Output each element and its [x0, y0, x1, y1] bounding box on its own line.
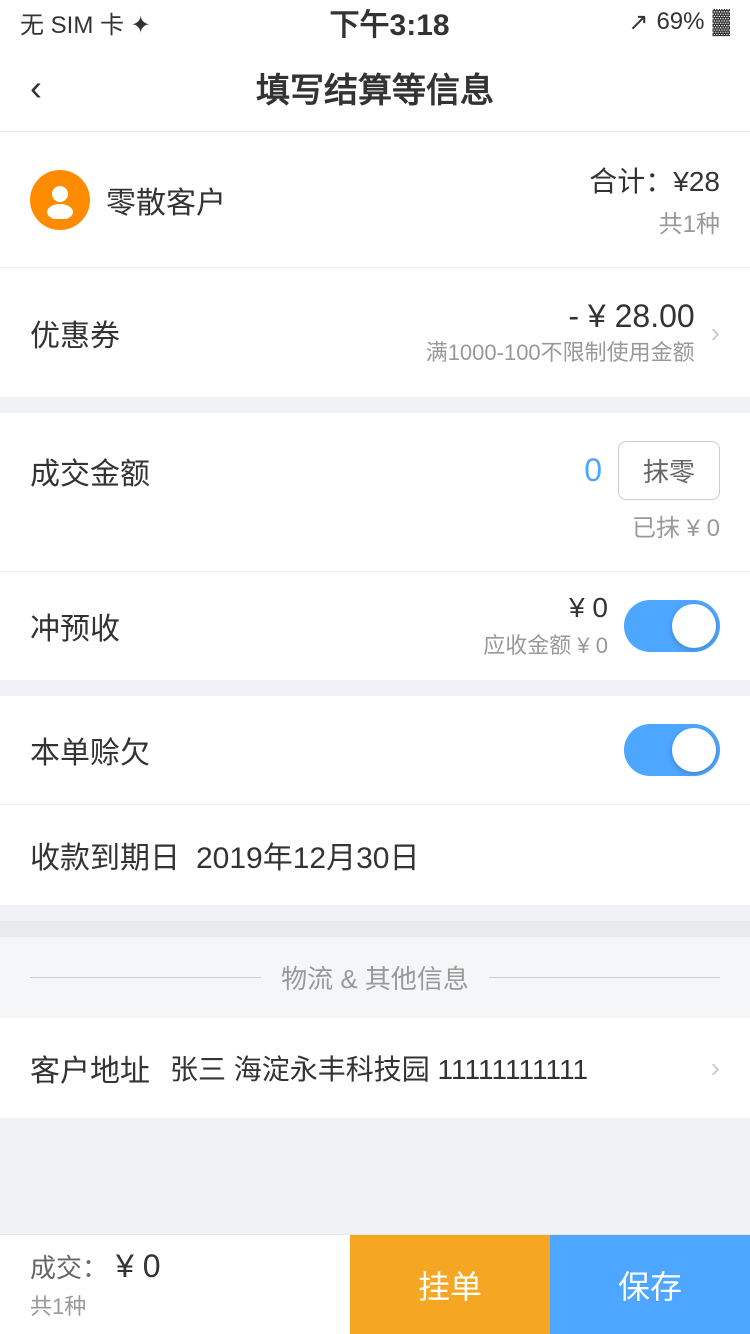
customer-row: 零散客户 合计：¥28 共1种: [0, 132, 750, 267]
bottom-deal-value: ¥ 0: [116, 1248, 160, 1285]
total-amount: 合计：¥28: [589, 160, 720, 200]
status-left: 无 SIM 卡 ✦: [20, 5, 151, 40]
bottom-bar: 成交： ¥ 0 共1种 挂单 保存: [0, 1234, 750, 1334]
logistics-line-right: [489, 977, 720, 978]
deal-sub: 已抹 ¥ 0: [0, 508, 750, 571]
prepay-row: 冲预收 ¥ 0 应收金额 ¥ 0: [0, 571, 750, 680]
prepay-toggle[interactable]: [624, 600, 720, 652]
deal-section: 成交金额 0 抹零 已抹 ¥ 0 冲预收 ¥ 0 应收金额 ¥ 0: [0, 413, 750, 680]
prepay-label: 冲预收: [30, 604, 120, 648]
coupon-info: - ¥ 28.00 满1000-100不限制使用金额: [426, 298, 695, 367]
logistics-title: 物流 & 其他信息: [281, 959, 469, 996]
toggle-thumb-debit: [672, 728, 716, 772]
logistics-line-left: [30, 977, 261, 978]
total-count: 共1种: [589, 204, 720, 239]
deal-right: 0 抹零: [584, 441, 720, 500]
address-section: 客户地址 张三 海淀永丰科技园 11111111111 ›: [0, 1018, 750, 1118]
status-bar: 无 SIM 卡 ✦ 下午3:18 ↗ 69% ▓: [0, 0, 750, 44]
address-value: 张三 海淀永丰科技园 11111111111: [170, 1048, 705, 1088]
battery-icon: ▓: [712, 8, 730, 36]
logistics-header: 物流 & 其他信息: [0, 937, 750, 1018]
save-button[interactable]: 保存: [550, 1235, 750, 1334]
bottom-info: 成交： ¥ 0 共1种: [0, 1248, 350, 1321]
battery-status: 69%: [656, 8, 704, 36]
status-time: 下午3:18: [330, 0, 450, 44]
coupon-row[interactable]: 优惠券 - ¥ 28.00 满1000-100不限制使用金额 ›: [0, 267, 750, 397]
chevron-right-icon: ›: [711, 317, 720, 349]
prepay-right: ¥ 0 应收金额 ¥ 0: [483, 592, 720, 660]
section-divider: [0, 921, 750, 937]
customer-info: 零散客户: [30, 170, 226, 230]
debit-toggle[interactable]: [624, 724, 720, 776]
due-date-row: 收款到期日 2019年12月30日: [0, 804, 750, 905]
prepay-info: ¥ 0 应收金额 ¥ 0: [483, 592, 608, 660]
location-icon: ↗: [628, 8, 648, 37]
prepay-sub: 应收金额 ¥ 0: [483, 628, 608, 660]
round-button[interactable]: 抹零: [618, 441, 720, 500]
debit-label: 本单赊欠: [30, 728, 150, 772]
due-date-label: 收款到期日: [30, 833, 180, 877]
coupon-discount: - ¥ 28.00: [426, 298, 695, 335]
coupon-desc: 满1000-100不限制使用金额: [426, 335, 695, 367]
customer-section: 零散客户 合计：¥28 共1种 优惠券 - ¥ 28.00 满1000-100不…: [0, 132, 750, 397]
sim-status: 无 SIM 卡 ✦: [20, 5, 151, 40]
prepay-amount: ¥ 0: [483, 592, 608, 624]
status-right: ↗ 69% ▓: [628, 8, 730, 37]
nav-bar: ‹ 填写结算等信息: [0, 44, 750, 132]
bottom-deal: 成交： ¥ 0: [30, 1248, 320, 1285]
bottom-deal-label: 成交：: [30, 1248, 108, 1285]
coupon-label: 优惠券: [30, 311, 120, 355]
address-label: 客户地址: [30, 1046, 150, 1090]
coupon-right: - ¥ 28.00 满1000-100不限制使用金额 ›: [426, 298, 720, 367]
customer-name: 零散客户: [106, 178, 226, 222]
page-title: 填写结算等信息: [256, 63, 494, 112]
address-row[interactable]: 客户地址 张三 海淀永丰科技园 11111111111 ›: [0, 1018, 750, 1118]
deal-value: 0: [584, 452, 602, 489]
pending-button[interactable]: 挂单: [350, 1235, 550, 1334]
debit-section: 本单赊欠 收款到期日 2019年12月30日: [0, 696, 750, 905]
deal-label: 成交金额: [30, 449, 150, 493]
person-icon: [41, 181, 79, 219]
debit-row: 本单赊欠: [0, 696, 750, 804]
customer-total: 合计：¥28 共1种: [589, 160, 720, 239]
chevron-address-icon: ›: [711, 1052, 720, 1084]
bottom-count: 共1种: [30, 1289, 320, 1321]
avatar: [30, 170, 90, 230]
back-button[interactable]: ‹: [30, 67, 42, 109]
deal-row: 成交金额 0 抹零: [0, 413, 750, 508]
due-date-value: 2019年12月30日: [196, 833, 419, 877]
toggle-thumb: [672, 604, 716, 648]
